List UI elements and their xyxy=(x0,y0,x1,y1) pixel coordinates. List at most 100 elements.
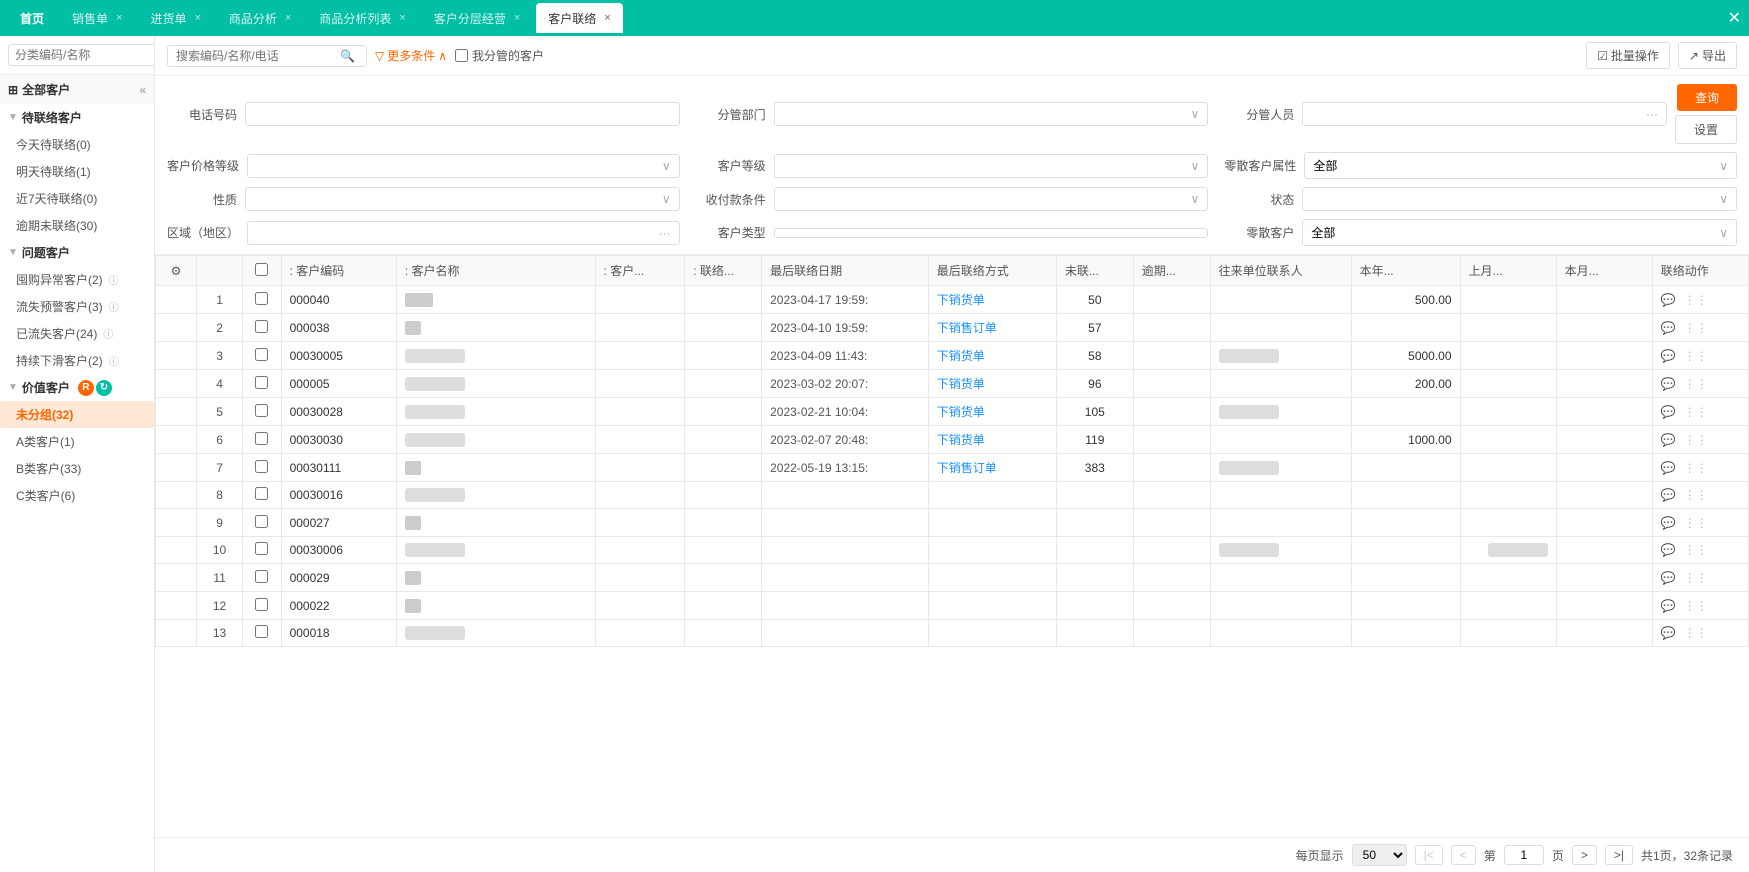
tab-sales[interactable]: 销售单 × xyxy=(60,3,134,33)
close-product-analysis-icon[interactable]: × xyxy=(285,12,291,24)
last-contact-method[interactable] xyxy=(928,564,1056,592)
sidebar-group-pending[interactable]: ▼ 待联络客户 xyxy=(0,104,154,131)
all-customers-title[interactable]: ⊞ 全部客户 « xyxy=(0,75,154,104)
last-contact-method[interactable] xyxy=(928,620,1056,647)
more-action-icon[interactable]: ⋮⋮ xyxy=(1684,405,1708,419)
more-conditions-btn[interactable]: ▽ 更多条件 ∧ xyxy=(375,47,447,64)
sidebar-search-input[interactable] xyxy=(8,44,155,66)
row-checkbox[interactable] xyxy=(255,432,268,445)
next-page-button[interactable]: > xyxy=(1572,845,1597,865)
last-contact-method[interactable] xyxy=(928,509,1056,537)
select-all-checkbox[interactable] xyxy=(255,263,268,276)
chat-action-icon[interactable]: 💬 xyxy=(1661,488,1676,502)
payment-select[interactable]: ∨ xyxy=(774,187,1209,211)
more-action-icon[interactable]: ⋮⋮ xyxy=(1684,543,1708,557)
row-check[interactable] xyxy=(243,509,281,537)
contact-method-link[interactable]: 下销货单 xyxy=(937,377,985,391)
contact-method-link[interactable]: 下销货单 xyxy=(937,433,985,447)
close-customer-contact-icon[interactable]: × xyxy=(604,12,610,24)
more-action-icon[interactable]: ⋮⋮ xyxy=(1684,433,1708,447)
chat-action-icon[interactable]: 💬 xyxy=(1661,349,1676,363)
more-action-icon[interactable]: ⋮⋮ xyxy=(1684,599,1708,613)
chat-action-icon[interactable]: 💬 xyxy=(1661,377,1676,391)
phone-input[interactable] xyxy=(245,102,680,126)
row-check[interactable] xyxy=(243,370,281,398)
last-contact-method[interactable]: 下销货单 xyxy=(928,370,1056,398)
chat-action-icon[interactable]: 💬 xyxy=(1661,433,1676,447)
last-contact-method[interactable] xyxy=(928,592,1056,620)
query-button[interactable]: 查询 xyxy=(1677,84,1737,111)
sidebar-item-ungrouped[interactable]: 未分组(32) xyxy=(0,401,154,428)
reset-button[interactable]: 设置 xyxy=(1675,115,1737,144)
chat-action-icon[interactable]: 💬 xyxy=(1661,461,1676,475)
row-checkbox[interactable] xyxy=(255,460,268,473)
price-level-select[interactable]: ∨ xyxy=(247,154,680,178)
chat-action-icon[interactable]: 💬 xyxy=(1661,543,1676,557)
my-customers-checkbox-label[interactable]: 我分管的客户 xyxy=(455,47,544,64)
sidebar-item-overdue[interactable]: 逾期未联络(30) xyxy=(0,212,154,239)
more-action-icon[interactable]: ⋮⋮ xyxy=(1684,321,1708,335)
row-checkbox[interactable] xyxy=(255,292,268,305)
row-check[interactable] xyxy=(243,537,281,564)
sidebar-item-b-class[interactable]: B类客户(33) xyxy=(0,455,154,482)
last-page-button[interactable]: >| xyxy=(1605,845,1633,865)
more-action-icon[interactable]: ⋮⋮ xyxy=(1684,461,1708,475)
close-product-list-icon[interactable]: × xyxy=(399,12,405,24)
more-action-icon[interactable]: ⋮⋮ xyxy=(1684,377,1708,391)
sidebar-item-hoarding[interactable]: 囤购异常客户(2) ⓘ xyxy=(0,266,154,293)
more-action-icon[interactable]: ⋮⋮ xyxy=(1684,488,1708,502)
last-contact-method[interactable]: 下销售订单 xyxy=(928,454,1056,482)
chat-action-icon[interactable]: 💬 xyxy=(1661,516,1676,530)
last-contact-method[interactable]: 下销货单 xyxy=(928,286,1056,314)
sidebar-item-tomorrow[interactable]: 明天待联络(1) xyxy=(0,158,154,185)
window-close-button[interactable]: ✕ xyxy=(1728,8,1741,28)
contact-method-link[interactable]: 下销售订单 xyxy=(937,321,997,335)
row-check[interactable] xyxy=(243,398,281,426)
contact-method-link[interactable]: 下销货单 xyxy=(937,405,985,419)
my-customers-checkbox[interactable] xyxy=(455,49,468,62)
tab-home[interactable]: 首页 xyxy=(8,3,56,33)
zero-customer-select[interactable]: 全部 ∨ xyxy=(1302,219,1737,246)
last-contact-method[interactable] xyxy=(928,482,1056,509)
row-check[interactable] xyxy=(243,314,281,342)
row-checkbox[interactable] xyxy=(255,598,268,611)
close-sales-icon[interactable]: × xyxy=(116,12,122,24)
per-page-select[interactable]: 50 100 xyxy=(1352,844,1407,866)
row-checkbox[interactable] xyxy=(255,348,268,361)
search-icon[interactable]: 🔍 xyxy=(340,49,355,63)
sidebar-group-problem[interactable]: ▼ 问题客户 xyxy=(0,239,154,266)
tab-customer-segment[interactable]: 客户分层经营 × xyxy=(422,3,532,33)
row-check[interactable] xyxy=(243,564,281,592)
last-contact-method[interactable]: 下销货单 xyxy=(928,342,1056,370)
sidebar-item-7days[interactable]: 近7天待联络(0) xyxy=(0,185,154,212)
gender-select[interactable]: ∨ xyxy=(245,187,680,211)
close-customer-segment-icon[interactable]: × xyxy=(514,12,520,24)
chat-action-icon[interactable]: 💬 xyxy=(1661,626,1676,640)
status-select[interactable]: ∨ xyxy=(1302,187,1737,211)
contact-method-link[interactable]: 下销货单 xyxy=(937,349,985,363)
row-checkbox[interactable] xyxy=(255,320,268,333)
sidebar-item-c-class[interactable]: C类客户(6) xyxy=(0,482,154,509)
row-checkbox[interactable] xyxy=(255,404,268,417)
contact-method-link[interactable]: 下销货单 xyxy=(937,293,985,307)
col-check[interactable] xyxy=(243,256,281,286)
col-gear[interactable]: ⚙ xyxy=(156,256,197,286)
chat-action-icon[interactable]: 💬 xyxy=(1661,293,1676,307)
sidebar-item-a-class[interactable]: A类客户(1) xyxy=(0,428,154,455)
row-checkbox[interactable] xyxy=(255,515,268,528)
row-checkbox[interactable] xyxy=(255,487,268,500)
row-checkbox[interactable] xyxy=(255,376,268,389)
prev-page-button[interactable]: < xyxy=(1451,845,1476,865)
chat-action-icon[interactable]: 💬 xyxy=(1661,571,1676,585)
row-checkbox[interactable] xyxy=(255,542,268,555)
row-check[interactable] xyxy=(243,342,281,370)
more-action-icon[interactable]: ⋮⋮ xyxy=(1684,516,1708,530)
tab-product-analysis[interactable]: 商品分析 × xyxy=(217,3,303,33)
last-contact-method[interactable]: 下销货单 xyxy=(928,426,1056,454)
first-page-button[interactable]: |< xyxy=(1415,845,1443,865)
close-purchase-icon[interactable]: × xyxy=(194,12,200,24)
dept-select[interactable]: ∨ xyxy=(774,102,1209,126)
search-input[interactable] xyxy=(176,49,336,63)
last-contact-method[interactable]: 下销售订单 xyxy=(928,314,1056,342)
customer-type-select[interactable] xyxy=(774,228,1209,238)
